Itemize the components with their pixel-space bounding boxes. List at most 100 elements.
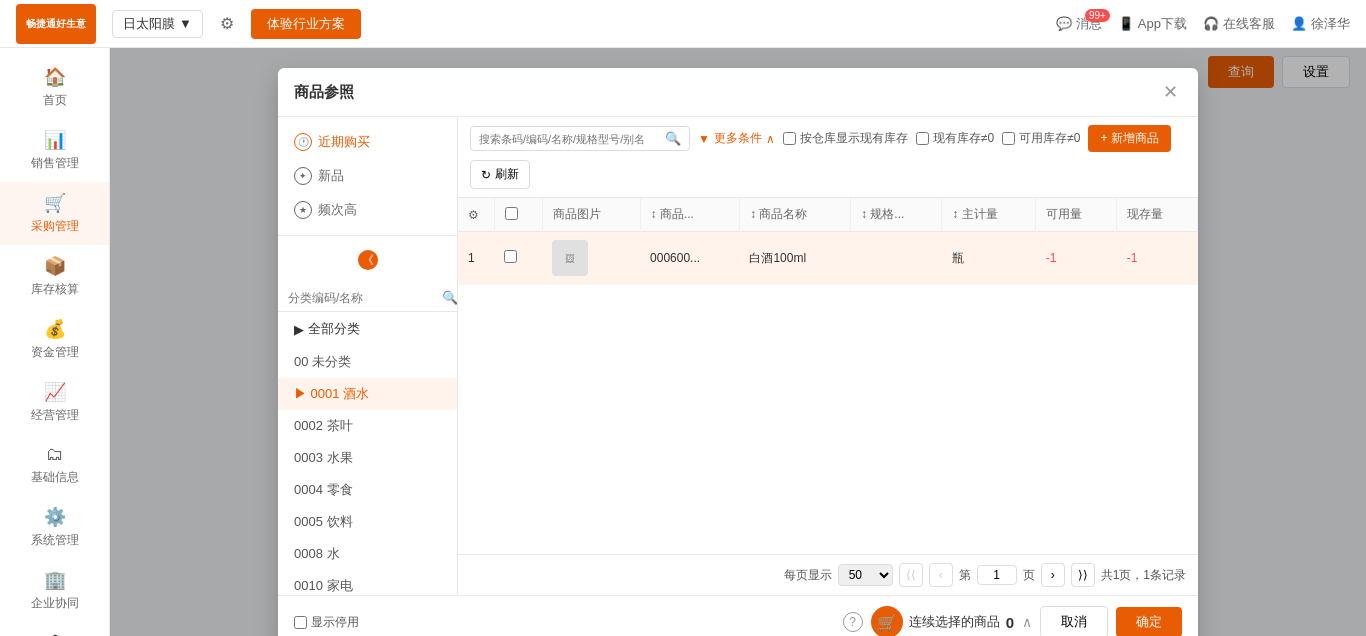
help-icon[interactable]: ? (843, 612, 863, 632)
table-settings-icon[interactable]: ⚙ (468, 208, 479, 222)
cart-section: 🛒 连续选择的商品 0 (871, 606, 1014, 636)
col-settings[interactable]: ⚙ (458, 198, 494, 232)
settings-icon[interactable]: ⚙ (211, 8, 243, 40)
check-available-nonzero-input[interactable] (1002, 132, 1015, 145)
next-page-button[interactable]: › (1041, 563, 1065, 587)
cat-item-water[interactable]: 0008 水 (278, 538, 457, 570)
first-page-button[interactable]: ⟨⟨ (899, 563, 923, 587)
product-toolbar: 🔍 ▼ 更多条件 ∧ 按仓库显示现有库存 (458, 117, 1198, 198)
collapse-button[interactable]: 《 (358, 250, 378, 270)
tab-high-frequency[interactable]: ★ 频次高 (278, 193, 457, 227)
row-available: -1 (1036, 232, 1117, 285)
category-panel: 🕐 近期购买 ✦ 新品 ★ 频次高 (278, 117, 458, 595)
cat-item-uncategorized[interactable]: 00 未分类 (278, 346, 457, 378)
row-name: 白酒100ml (739, 232, 850, 285)
navbar: 畅捷通好生意 日太阳膜 ▼ ⚙ 体验行业方案 💬 消息 99+ 📱 App下载 … (0, 0, 1366, 48)
product-search-icon[interactable]: 🔍 (665, 131, 681, 146)
check-warehouse-label[interactable]: 按仓库显示现有库存 (783, 130, 908, 147)
show-disabled-checkbox[interactable] (294, 616, 307, 629)
sidebar-item-enterprise[interactable]: 🏢 企业协同 (0, 559, 109, 622)
col-spec-header[interactable]: ↕ 规格... (850, 198, 941, 232)
prev-page-button[interactable]: ‹ (929, 563, 953, 587)
sidebar-item-finance[interactable]: 💰 资金管理 (0, 308, 109, 371)
modal-title: 商品参照 (294, 83, 354, 102)
sidebar: 🏠 首页 📊 销售管理 🛒 采购管理 📦 库存核算 💰 资金管理 📈 经营管理 … (0, 48, 110, 636)
sidebar-item-guide[interactable]: 🎓 新手引导 (0, 622, 109, 636)
cat-all-arrow: ▶ (294, 322, 304, 337)
experience-button[interactable]: 体验行业方案 (251, 9, 361, 39)
company-dropdown[interactable]: 日太阳膜 ▼ (112, 10, 203, 38)
table-row[interactable]: 1 🖼 (458, 232, 1198, 285)
sidebar-item-system[interactable]: ⚙️ 系统管理 (0, 496, 109, 559)
check-nonzero-label[interactable]: 现有库存≠0 (916, 130, 994, 147)
message-icon: 💬 (1056, 16, 1072, 31)
enterprise-icon: 🏢 (44, 569, 66, 591)
tab-new-products[interactable]: ✦ 新品 (278, 159, 457, 193)
cat-item-alcohol[interactable]: ▶ 0001 酒水 (278, 378, 457, 410)
page-size-select[interactable]: 50 20 100 (838, 564, 893, 586)
collapse-up-icon[interactable]: ∧ (1022, 614, 1032, 630)
sidebar-item-sales[interactable]: 📊 销售管理 (0, 119, 109, 182)
col-name-header[interactable]: ↕ 商品名称 (739, 198, 850, 232)
row-unit: 瓶 (942, 232, 1036, 285)
col-code-header[interactable]: ↕ 商品... (640, 198, 739, 232)
sidebar-item-basic-info[interactable]: 🗂 基础信息 (0, 434, 109, 496)
check-warehouse-input[interactable] (783, 132, 796, 145)
modal-body: 🕐 近期购买 ✦ 新品 ★ 频次高 (278, 117, 1198, 595)
cat-item-snack[interactable]: 0004 零食 (278, 474, 457, 506)
filter-icon: ▼ (698, 132, 710, 146)
messages-button[interactable]: 💬 消息 99+ (1056, 15, 1102, 33)
row-select-checkbox[interactable] (504, 250, 517, 263)
category-search-icon[interactable]: 🔍 (442, 290, 458, 305)
close-icon[interactable]: ✕ (1158, 80, 1182, 104)
row-code: 000600... (640, 232, 739, 285)
guide-icon: 🎓 (44, 632, 66, 636)
sidebar-item-home[interactable]: 🏠 首页 (0, 56, 109, 119)
cat-all-header[interactable]: ▶ 全部分类 (278, 312, 457, 346)
purchase-icon: 🛒 (44, 192, 66, 214)
cat-item-beverage[interactable]: 0005 饮料 (278, 506, 457, 538)
select-all-checkbox[interactable] (505, 207, 518, 220)
product-search-input[interactable] (479, 133, 661, 145)
finance-icon: 💰 (44, 318, 66, 340)
modal-header: 商品参照 ✕ (278, 68, 1198, 117)
cat-item-appliance[interactable]: 0010 家电 (278, 570, 457, 595)
col-checkbox (494, 198, 542, 232)
product-search-box: 🔍 (470, 126, 690, 151)
show-disabled-label[interactable]: 显示停用 (294, 614, 359, 631)
online-service-button[interactable]: 🎧 在线客服 (1203, 15, 1275, 33)
row-checkbox[interactable] (494, 232, 542, 285)
add-product-button[interactable]: + 新增商品 (1088, 125, 1170, 152)
modal-footer: 显示停用 ? 🛒 连续选择的商品 0 ∧ 取消 确定 (278, 595, 1198, 636)
home-icon: 🏠 (44, 66, 66, 88)
cart-icon[interactable]: 🛒 (871, 606, 903, 636)
cat-item-fruit[interactable]: 0003 水果 (278, 442, 457, 474)
basic-info-icon: 🗂 (46, 444, 64, 465)
page-number-input[interactable] (977, 565, 1017, 585)
footer-right: ? 🛒 连续选择的商品 0 ∧ 取消 确定 (843, 606, 1182, 636)
user-menu[interactable]: 👤 徐泽华 (1291, 15, 1350, 33)
last-page-button[interactable]: ⟩⟩ (1071, 563, 1095, 587)
sidebar-item-operations[interactable]: 📈 经营管理 (0, 371, 109, 434)
row-index: 1 (458, 232, 494, 285)
new-icon: ✦ (294, 167, 312, 185)
content-area: 查询 设置 商品参照 ✕ 🕐 (110, 48, 1366, 636)
product-table-container: ⚙ 商品图片 ↕ 商品... (458, 198, 1198, 554)
sidebar-item-inventory[interactable]: 📦 库存核算 (0, 245, 109, 308)
col-unit-header[interactable]: ↕ 主计量 (942, 198, 1036, 232)
col-stock-header: 现存量 (1117, 198, 1198, 232)
cancel-button[interactable]: 取消 (1040, 606, 1108, 636)
confirm-button[interactable]: 确定 (1116, 607, 1182, 636)
sidebar-item-purchase[interactable]: 🛒 采购管理 (0, 182, 109, 245)
category-search-input[interactable] (288, 291, 438, 305)
refresh-button[interactable]: ↻ 刷新 (470, 160, 530, 189)
total-info: 共1页，1条记录 (1101, 567, 1186, 584)
check-available-nonzero-label[interactable]: 可用库存≠0 (1002, 130, 1080, 147)
more-filter-button[interactable]: ▼ 更多条件 ∧ (698, 130, 775, 147)
cat-item-tea[interactable]: 0002 茶叶 (278, 410, 457, 442)
refresh-icon: ↻ (481, 168, 491, 182)
tab-recent-purchase[interactable]: 🕐 近期购买 (278, 125, 457, 159)
check-nonzero-input[interactable] (916, 132, 929, 145)
freq-icon: ★ (294, 201, 312, 219)
app-download-button[interactable]: 📱 App下载 (1118, 15, 1187, 33)
